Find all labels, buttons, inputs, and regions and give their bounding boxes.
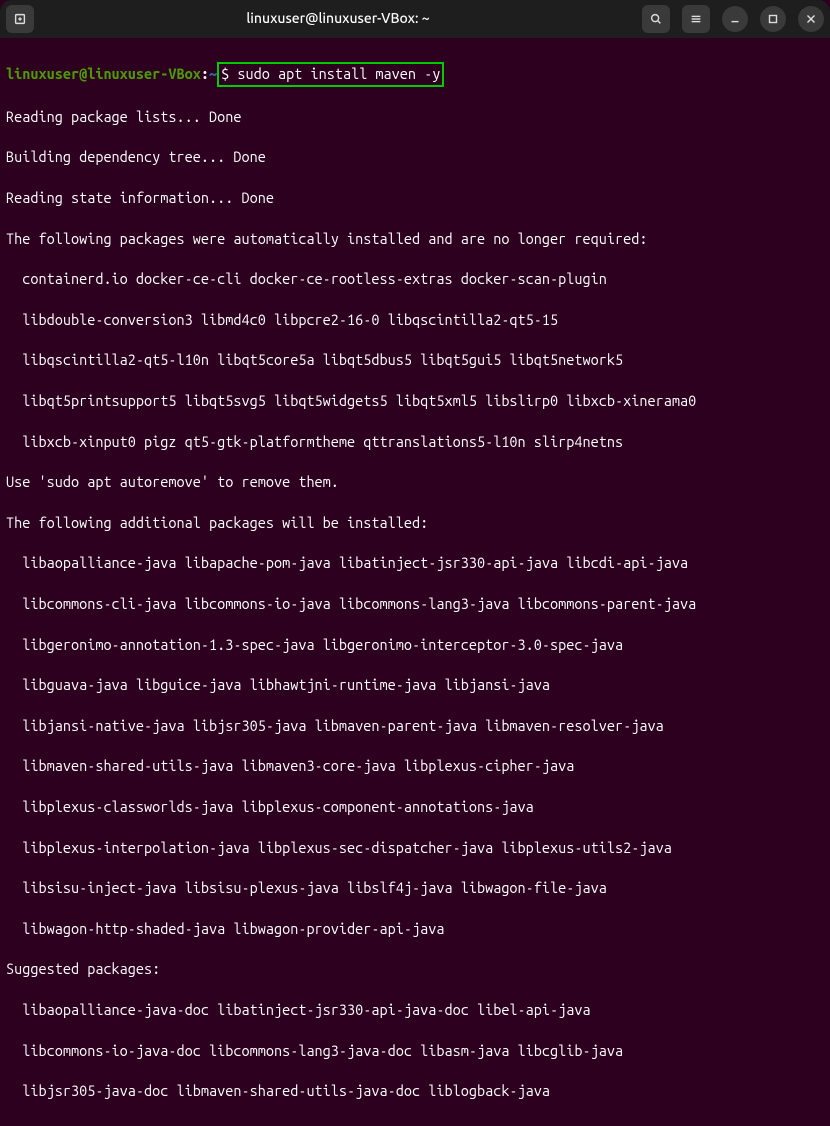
output-line: libcommons-cli-java libcommons-io-java l… (6, 594, 824, 614)
output-line: Building dependency tree... Done (6, 147, 824, 167)
titlebar: linuxuser@linuxuser-VBox: ~ (0, 0, 830, 38)
prompt-colon: : (201, 65, 209, 82)
maximize-button[interactable] (760, 6, 786, 32)
output-line: libjansi-native-java libjsr305-java libm… (6, 716, 824, 736)
prompt-dollar: $ (221, 65, 237, 82)
output-line: libaopalliance-java-doc libatinject-jsr3… (6, 1000, 824, 1020)
new-tab-button[interactable] (6, 5, 34, 33)
search-button[interactable] (642, 5, 670, 33)
output-line: libgeronimo-annotation-1.3-spec-java lib… (6, 635, 824, 655)
output-line: libqscintilla2-qt5-l10n libqt5core5a lib… (6, 350, 824, 370)
output-line: Use 'sudo apt autoremove' to remove them… (6, 472, 824, 492)
close-button[interactable] (798, 6, 824, 32)
output-line: The following additional packages will b… (6, 513, 824, 533)
menu-button[interactable] (682, 5, 710, 33)
output-line: libxcb-xinput0 pigz qt5-gtk-platformthem… (6, 432, 824, 452)
output-line: libplexus-interpolation-java libplexus-s… (6, 838, 824, 858)
output-line: libplexus-classworlds-java libplexus-com… (6, 797, 824, 817)
output-line: libsisu-inject-java libsisu-plexus-java … (6, 878, 824, 898)
output-line: libdouble-conversion3 libmd4c0 libpcre2-… (6, 310, 824, 330)
output-line: Reading package lists... Done (6, 107, 824, 127)
output-line: libaopalliance-java libapache-pom-java l… (6, 553, 824, 573)
command-highlight: $ sudo apt install maven -y (217, 62, 444, 86)
prompt-user-host: linuxuser@linuxuser-VBox (6, 65, 201, 82)
command-text: sudo apt install maven -y (237, 65, 440, 82)
output-line: libjsr305-java-doc libmaven-shared-utils… (6, 1081, 824, 1101)
output-line: containerd.io docker-ce-cli docker-ce-ro… (6, 269, 824, 289)
output-line: Reading state information... Done (6, 188, 824, 208)
output-line: Suggested packages: (6, 959, 824, 979)
output-line: libmaven-shared-utils-java libmaven3-cor… (6, 756, 824, 776)
output-line: The following packages were automaticall… (6, 229, 824, 249)
output-line: libguava-java libguice-java libhawtjni-r… (6, 675, 824, 695)
window-title: linuxuser@linuxuser-VBox: ~ (40, 9, 636, 29)
output-line: libcommons-io-java-doc libcommons-lang3-… (6, 1041, 824, 1061)
output-line: libwagon-http-shaded-java libwagon-provi… (6, 919, 824, 939)
prompt-path: ~ (209, 65, 217, 82)
terminal-body[interactable]: linuxuser@linuxuser-VBox:~$ sudo apt ins… (0, 38, 830, 1126)
output-line: libqt5printsupport5 libqt5svg5 libqt5wid… (6, 391, 824, 411)
minimize-button[interactable] (722, 6, 748, 32)
prompt-line: linuxuser@linuxuser-VBox:~$ sudo apt ins… (6, 62, 824, 86)
